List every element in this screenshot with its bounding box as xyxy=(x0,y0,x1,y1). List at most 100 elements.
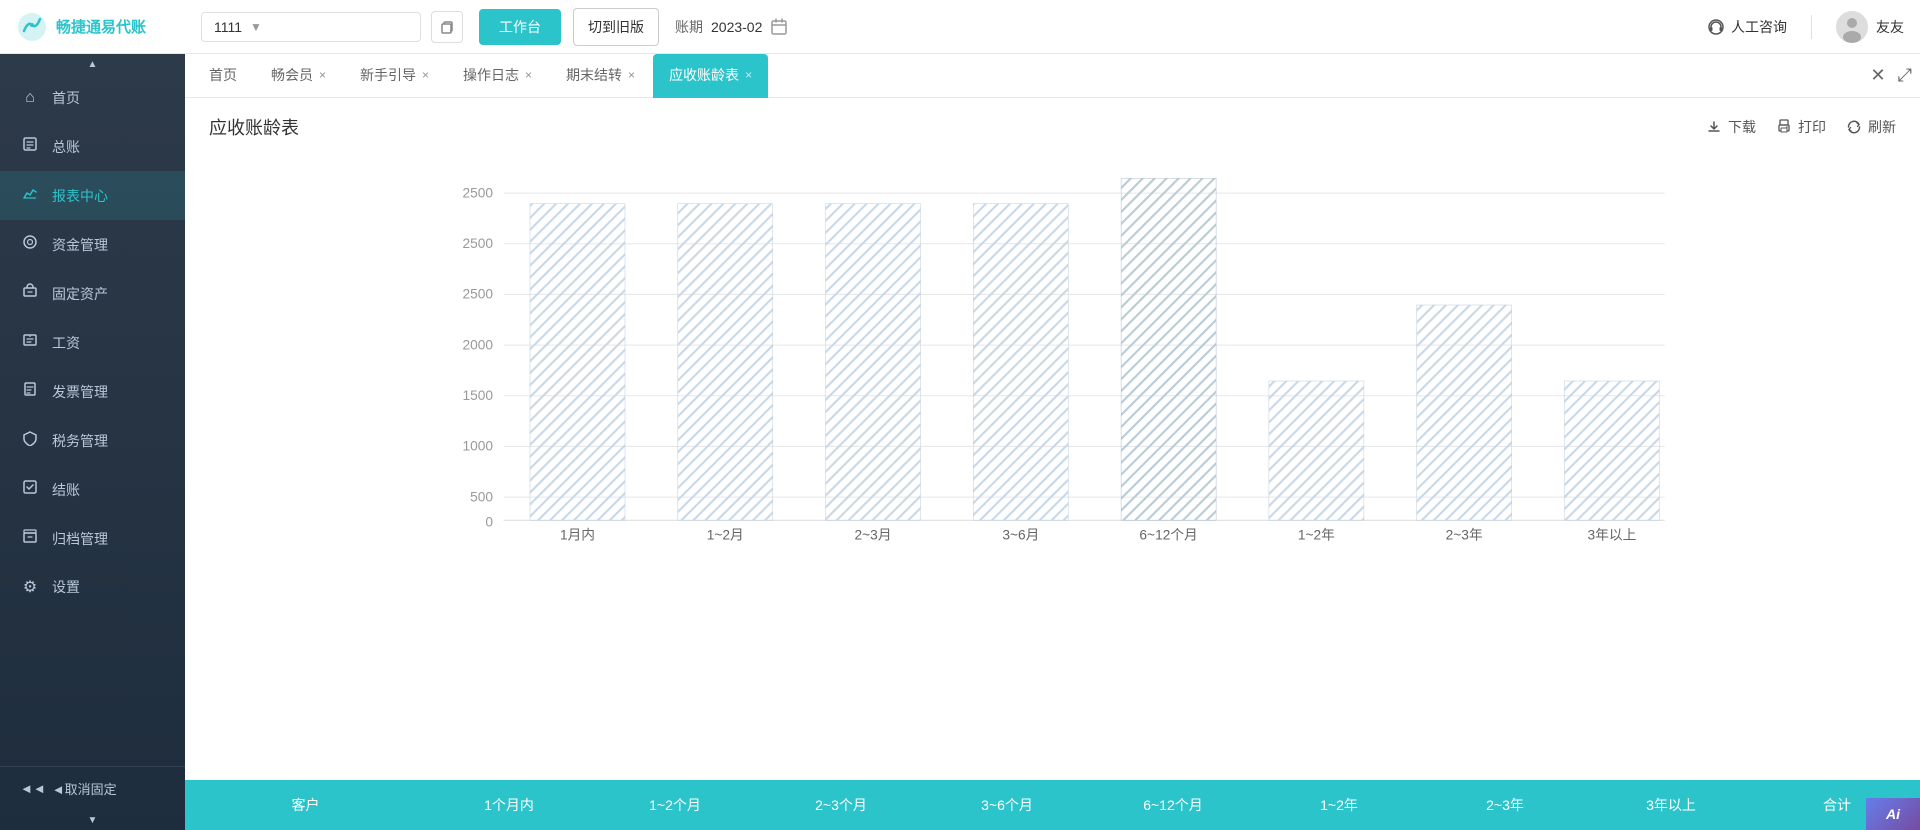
sidebar-label-ledger: 总账 xyxy=(52,137,80,157)
assets-icon xyxy=(20,283,40,304)
svg-text:0: 0 xyxy=(485,515,493,530)
sidebar-scroll-down[interactable]: ▼ xyxy=(0,810,185,830)
sidebar-label-invoice: 发票管理 xyxy=(52,382,108,402)
period-label: 账期 xyxy=(675,17,703,37)
svg-text:2500: 2500 xyxy=(463,236,494,251)
page-actions: 下载 打印 xyxy=(1706,117,1896,137)
headset-icon xyxy=(1707,18,1725,36)
col-header-6-12m: 6~12个月 xyxy=(1090,795,1256,815)
tab-oplog[interactable]: 操作日志 × xyxy=(447,54,548,98)
company-selector[interactable]: 1111 ▼ xyxy=(201,12,421,42)
tab-home[interactable]: 首页 xyxy=(193,54,253,98)
ai-badge[interactable]: Ai xyxy=(1866,798,1920,830)
tab-period-end-close[interactable]: × xyxy=(628,68,635,82)
maximize-button[interactable]: ⤢ xyxy=(1898,65,1912,86)
tab-aging[interactable]: 应收账龄表 × xyxy=(653,54,768,98)
print-button[interactable]: 打印 xyxy=(1776,117,1826,137)
consult-link[interactable]: 人工咨询 xyxy=(1707,17,1787,37)
sidebar-item-home[interactable]: ⌂ 首页 xyxy=(0,74,185,122)
tabs-right: ✕ ⤢ xyxy=(1871,65,1913,86)
sidebar-item-ledger[interactable]: 总账 xyxy=(0,122,185,171)
sidebar-item-checkout[interactable]: 结账 xyxy=(0,465,185,514)
tab-aging-close[interactable]: × xyxy=(745,68,752,82)
ai-badge-label: Ai xyxy=(1886,806,1900,822)
download-button[interactable]: 下载 xyxy=(1706,117,1756,137)
svg-text:6~12个月: 6~12个月 xyxy=(1139,527,1197,542)
tab-period-end-label: 期末结转 xyxy=(566,65,622,85)
svg-text:1~2月: 1~2月 xyxy=(707,527,744,542)
sidebar-item-settings[interactable]: ⚙ 设置 xyxy=(0,563,185,611)
period-area: 账期 2023-02 xyxy=(675,17,788,37)
svg-text:1000: 1000 xyxy=(463,439,494,454)
page-header: 应收账龄表 下载 xyxy=(185,98,1920,152)
svg-text:2000: 2000 xyxy=(463,337,494,352)
logo-area: 畅捷通易代账 xyxy=(16,11,201,43)
tab-oplog-label: 操作日志 xyxy=(463,65,519,85)
svg-text:3年以上: 3年以上 xyxy=(1588,527,1637,542)
tab-period-end[interactable]: 期末结转 × xyxy=(550,54,651,98)
tab-oplog-close[interactable]: × xyxy=(525,68,532,82)
sidebar-scroll-up[interactable]: ▲ xyxy=(0,54,185,74)
period-value: 2023-02 xyxy=(711,19,762,35)
sidebar: ▲ ⌂ 首页 总账 报表中心 xyxy=(0,54,185,830)
sidebar-item-funds[interactable]: 资金管理 xyxy=(0,220,185,269)
checkout-icon xyxy=(20,479,40,500)
page-content: 应收账龄表 下载 xyxy=(185,98,1920,830)
tab-member[interactable]: 畅会员 × xyxy=(255,54,342,98)
print-label: 打印 xyxy=(1798,117,1826,137)
switch-version-button[interactable]: 切到旧版 xyxy=(573,8,659,46)
sidebar-item-invoice[interactable]: 发票管理 xyxy=(0,367,185,416)
copy-button[interactable] xyxy=(431,11,463,43)
svg-text:1月内: 1月内 xyxy=(560,527,595,542)
app-header: 畅捷通易代账 1111 ▼ 工作台 切到旧版 账期 2023-02 人工咨询 xyxy=(0,0,1920,54)
sidebar-item-tax[interactable]: 税务管理 xyxy=(0,416,185,465)
tab-member-close[interactable]: × xyxy=(319,68,326,82)
refresh-button[interactable]: 刷新 xyxy=(1846,117,1896,137)
page-title: 应收账龄表 xyxy=(209,114,299,140)
home-icon: ⌂ xyxy=(20,89,40,107)
avatar xyxy=(1836,11,1868,43)
tab-guide-close[interactable]: × xyxy=(422,68,429,82)
sidebar-item-archive[interactable]: 归档管理 xyxy=(0,514,185,563)
company-name: 1111 xyxy=(214,19,242,35)
svg-text:2~3月: 2~3月 xyxy=(855,527,892,542)
download-label: 下载 xyxy=(1728,117,1756,137)
sidebar-label-reports: 报表中心 xyxy=(52,186,108,206)
content-area: 首页 畅会员 × 新手引导 × 操作日志 × 期末结转 × 应收账龄表 × xyxy=(185,54,1920,830)
sidebar-label-salary: 工资 xyxy=(52,333,80,353)
sidebar-item-assets[interactable]: 固定资产 xyxy=(0,269,185,318)
workbench-button[interactable]: 工作台 xyxy=(479,9,561,45)
header-right: 人工咨询 友友 xyxy=(1707,11,1904,43)
calendar-icon[interactable] xyxy=(770,18,788,36)
sidebar-label-settings: 设置 xyxy=(52,577,80,597)
bar-1月内 xyxy=(530,204,625,521)
settings-icon: ⚙ xyxy=(20,577,40,597)
header-divider xyxy=(1811,15,1812,39)
print-icon xyxy=(1776,119,1792,135)
invoice-icon xyxy=(20,381,40,402)
sidebar-item-reports[interactable]: 报表中心 xyxy=(0,171,185,220)
sidebar-label-tax: 税务管理 xyxy=(52,431,108,451)
svg-text:3~6月: 3~6月 xyxy=(1002,527,1039,542)
sidebar-item-salary[interactable]: 工资 xyxy=(0,318,185,367)
bar-3年以上 xyxy=(1564,381,1659,520)
archive-icon xyxy=(20,528,40,549)
bar-1-2年 xyxy=(1269,381,1364,520)
user-area[interactable]: 友友 xyxy=(1836,11,1904,43)
sidebar-label-archive: 归档管理 xyxy=(52,529,108,549)
refresh-label: 刷新 xyxy=(1868,117,1896,137)
reports-icon xyxy=(20,185,40,206)
svg-text:2500: 2500 xyxy=(463,185,494,200)
cancel-fixed-button[interactable]: ◄◄ ◄取消固定 xyxy=(0,767,185,810)
tab-guide[interactable]: 新手引导 × xyxy=(344,54,445,98)
sidebar-bottom: ◄◄ ◄取消固定 xyxy=(0,766,185,810)
chart-wrapper: 2500 2500 2500 2000 1500 1000 500 0 xyxy=(209,172,1896,552)
tabs-bar: 首页 畅会员 × 新手引导 × 操作日志 × 期末结转 × 应收账龄表 × xyxy=(185,54,1920,98)
bar-2-3年 xyxy=(1417,305,1512,520)
tab-home-label: 首页 xyxy=(209,65,237,85)
tax-icon xyxy=(20,430,40,451)
bar-1-2月 xyxy=(678,204,773,521)
ledger-icon xyxy=(20,136,40,157)
close-window-button[interactable]: ✕ xyxy=(1871,65,1886,86)
sidebar-label-assets: 固定资产 xyxy=(52,284,108,304)
